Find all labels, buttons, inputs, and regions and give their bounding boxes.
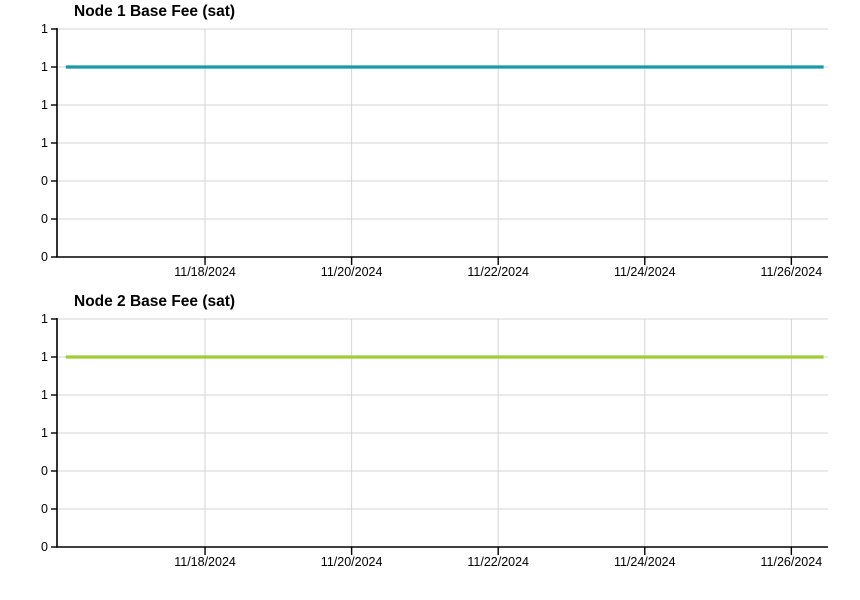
x-tick-label: 11/26/2024 — [761, 555, 823, 569]
y-tick-label: 1 — [41, 136, 48, 150]
x-tick-label: 11/24/2024 — [614, 555, 676, 569]
y-tick-label: 1 — [41, 60, 48, 74]
chart-canvas: 1 1 1 1 0 0 0 11/18/2024 11/20/2024 11/22/2024 11/… — [0, 0, 860, 290]
y-tick-label: 1 — [41, 388, 48, 402]
y-tick-label: 0 — [41, 540, 48, 554]
y-tick-label: 0 — [41, 212, 48, 226]
y-tick-label: 0 — [41, 502, 48, 516]
x-tick-label: 11/20/2024 — [321, 265, 383, 279]
y-tick-label: 1 — [41, 312, 48, 326]
chart-canvas: 1 1 1 1 0 0 0 11/18/2024 11/20/2024 11/22/2024 11/… — [0, 290, 860, 580]
chart-node2-base-fee: Node 2 Base Fee (sat) 111100011/18/20241… — [0, 290, 860, 580]
y-tick-label: 1 — [41, 350, 48, 364]
x-tick-label: 11/22/2024 — [467, 265, 529, 279]
x-tick-label: 11/22/2024 — [467, 555, 529, 569]
y-tick-label: 0 — [41, 250, 48, 264]
x-tick-label: 11/18/2024 — [174, 265, 236, 279]
y-tick-label: 1 — [41, 22, 48, 36]
y-tick-label: 1 — [41, 426, 48, 440]
chart-node1-base-fee: Node 1 Base Fee (sat) 111100011/18/20241… — [0, 0, 860, 290]
x-tick-label: 11/24/2024 — [614, 265, 676, 279]
y-tick-label: 0 — [41, 464, 48, 478]
y-tick-label: 0 — [41, 174, 48, 188]
x-tick-label: 11/26/2024 — [761, 265, 823, 279]
x-tick-label: 11/18/2024 — [174, 555, 236, 569]
y-tick-label: 1 — [41, 98, 48, 112]
x-tick-label: 11/20/2024 — [321, 555, 383, 569]
